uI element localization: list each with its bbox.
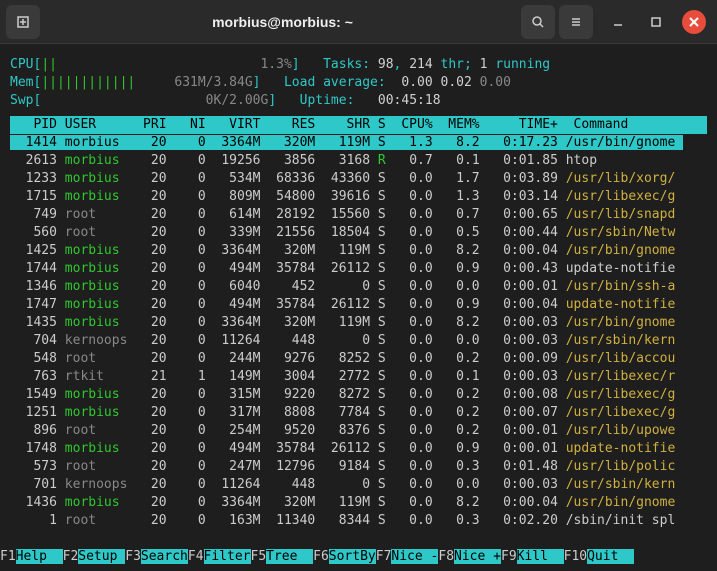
terminal-content: CPU[|| 1.3%] Tasks: 98, 214 thr; 1 runni…	[0, 44, 717, 530]
process-list[interactable]: 1414 morbius 20 0 3364M 320M 119M S 1.3 …	[10, 134, 707, 530]
new-tab-button[interactable]	[6, 5, 40, 39]
close-button[interactable]	[677, 5, 711, 39]
minimize-button[interactable]	[601, 5, 635, 39]
maximize-button[interactable]	[639, 5, 673, 39]
meters-block: CPU[|| 1.3%] Tasks: 98, 214 thr; 1 runni…	[10, 56, 707, 110]
column-header[interactable]: PID USER PRI NI VIRT RES SHR S CPU% MEM%…	[10, 116, 707, 134]
menu-button[interactable]	[559, 5, 593, 39]
search-button[interactable]	[521, 5, 555, 39]
window-title: morbius@morbius: ~	[44, 14, 521, 30]
function-key-bar[interactable]: F1Help F2Setup F3SearchF4FilterF5Tree F6…	[0, 549, 717, 565]
titlebar: morbius@morbius: ~	[0, 0, 717, 44]
